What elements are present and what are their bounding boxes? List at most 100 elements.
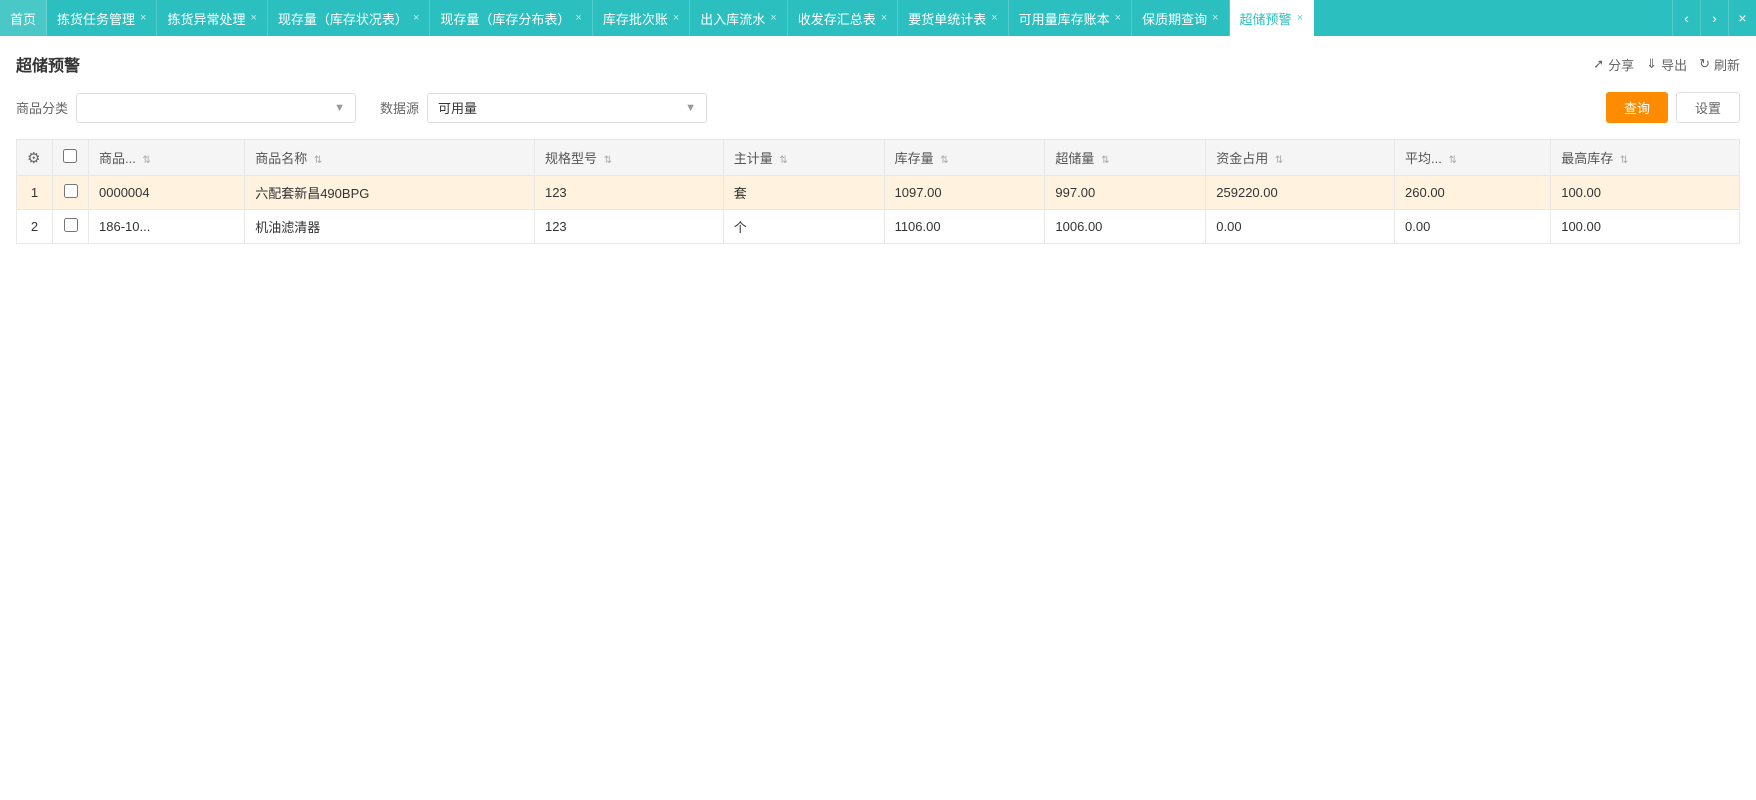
sort-icon: ⇅ — [142, 155, 150, 166]
cell-max-stock: 100.00 — [1551, 176, 1740, 210]
nav-item-stock-dist[interactable]: 现存量（库存分布表） × — [430, 0, 592, 36]
cell-max-stock: 100.00 — [1551, 210, 1740, 244]
category-label: 商品分类 — [16, 98, 68, 117]
datasource-value: 可用量 — [438, 98, 477, 117]
page-container: 超储预警 ➚ 分享 ⇓ 导出 ↻ 刷新 商品分类 ▼ 数据源 — [0, 36, 1756, 800]
checkbox-column-header[interactable] — [53, 140, 89, 176]
filter-datasource: 数据源 可用量 ▼ — [380, 93, 707, 123]
col-max-stock[interactable]: 最高库存 ⇅ — [1551, 140, 1740, 176]
table-header-row: ⚙ 商品... ⇅ 商品名称 ⇅ 规格型号 ⇅ 主计量 — [17, 140, 1740, 176]
chevron-down-icon: ▼ — [334, 102, 345, 114]
nav-item-inout-flow[interactable]: 出入库流水 × — [690, 0, 787, 36]
col-avg[interactable]: 平均... ⇅ — [1395, 140, 1551, 176]
sort-icon: ⇅ — [1101, 155, 1109, 166]
filter-category: 商品分类 ▼ — [16, 93, 356, 123]
col-product-code[interactable]: 商品... ⇅ — [89, 140, 245, 176]
close-icon[interactable]: × — [140, 12, 146, 24]
nav-item-receipt-summary[interactable]: 收发存汇总表 × — [788, 0, 898, 36]
cell-spec: 123 — [534, 176, 723, 210]
close-icon[interactable]: × — [413, 12, 419, 24]
refresh-icon: ↻ — [1699, 56, 1710, 72]
top-navigation: 首页 拣货任务管理 × 拣货异常处理 × 现存量（库存状况表） × 现存量（库存… — [0, 0, 1756, 36]
cell-product-code: 0000004 — [89, 176, 245, 210]
row-checkbox[interactable] — [64, 218, 78, 232]
cell-overstock: 1006.00 — [1045, 210, 1206, 244]
col-capital[interactable]: 资金占用 ⇅ — [1206, 140, 1395, 176]
col-unit[interactable]: 主计量 ⇅ — [723, 140, 884, 176]
close-icon[interactable]: × — [575, 12, 581, 24]
nav-item-order-stats[interactable]: 要货单统计表 × — [898, 0, 1008, 36]
close-icon[interactable]: × — [770, 12, 776, 24]
nav-item-home[interactable]: 首页 — [0, 0, 47, 36]
sort-icon: ⇅ — [1448, 155, 1456, 166]
cell-avg: 0.00 — [1395, 210, 1551, 244]
cell-product-name: 六配套新昌490BPG — [245, 176, 535, 210]
filter-actions: 查询 设置 — [1606, 92, 1740, 123]
row-checkbox-cell[interactable] — [53, 176, 89, 210]
close-icon[interactable]: × — [1297, 12, 1303, 24]
nav-item-task-mgmt[interactable]: 拣货任务管理 × — [47, 0, 157, 36]
page-title: 超储预警 — [16, 52, 80, 76]
row-checkbox[interactable] — [64, 184, 78, 198]
settings-button[interactable]: 设置 — [1676, 92, 1740, 123]
cell-spec: 123 — [534, 210, 723, 244]
cell-avg: 260.00 — [1395, 176, 1551, 210]
query-button[interactable]: 查询 — [1606, 92, 1668, 123]
cell-stock: 1097.00 — [884, 176, 1045, 210]
sort-icon: ⇅ — [1620, 155, 1628, 166]
category-select[interactable]: ▼ — [76, 93, 356, 123]
cell-unit: 套 — [723, 176, 884, 210]
close-icon[interactable]: × — [673, 12, 679, 24]
chevron-down-icon: ▼ — [685, 102, 696, 114]
table-row: 2 186-10... 机油滤清器 123 个 1106.00 1006.00 … — [17, 210, 1740, 244]
cell-overstock: 997.00 — [1045, 176, 1206, 210]
datasource-label: 数据源 — [380, 98, 419, 117]
nav-item-overstock[interactable]: 超储预警 × — [1230, 0, 1314, 36]
col-product-name[interactable]: 商品名称 ⇅ — [245, 140, 535, 176]
data-table: ⚙ 商品... ⇅ 商品名称 ⇅ 规格型号 ⇅ 主计量 — [16, 139, 1740, 244]
refresh-button[interactable]: ↻ 刷新 — [1699, 55, 1740, 74]
gear-icon[interactable]: ⚙ — [27, 150, 40, 167]
close-icon[interactable]: × — [1212, 12, 1218, 24]
sort-icon: ⇅ — [1275, 155, 1283, 166]
row-index: 1 — [17, 176, 53, 210]
nav-item-available-stock[interactable]: 可用量库存账本 × — [1009, 0, 1132, 36]
gear-column-header[interactable]: ⚙ — [17, 140, 53, 176]
nav-arrow-right[interactable]: › — [1700, 0, 1728, 36]
nav-arrow-close[interactable]: × — [1728, 0, 1756, 36]
sort-icon: ⇅ — [779, 155, 787, 166]
col-spec[interactable]: 规格型号 ⇅ — [534, 140, 723, 176]
sort-icon: ⇅ — [314, 155, 322, 166]
cell-capital: 259220.00 — [1206, 176, 1395, 210]
page-header: 超储预警 ➚ 分享 ⇓ 导出 ↻ 刷新 — [16, 52, 1740, 76]
nav-item-stock-status[interactable]: 现存量（库存状况表） × — [268, 0, 430, 36]
col-overstock[interactable]: 超储量 ⇅ — [1045, 140, 1206, 176]
row-index: 2 — [17, 210, 53, 244]
nav-arrows: ‹ › × — [1672, 0, 1756, 36]
cell-stock: 1106.00 — [884, 210, 1045, 244]
row-checkbox-cell[interactable] — [53, 210, 89, 244]
table-row: 1 0000004 六配套新昌490BPG 123 套 1097.00 997.… — [17, 176, 1740, 210]
export-button[interactable]: ⇓ 导出 — [1646, 55, 1687, 74]
close-icon[interactable]: × — [991, 12, 997, 24]
col-stock[interactable]: 库存量 ⇅ — [884, 140, 1045, 176]
datasource-select[interactable]: 可用量 ▼ — [427, 93, 707, 123]
cell-product-name: 机油滤清器 — [245, 210, 535, 244]
close-icon[interactable]: × — [250, 12, 256, 24]
close-icon[interactable]: × — [881, 12, 887, 24]
nav-arrow-left[interactable]: ‹ — [1672, 0, 1700, 36]
nav-item-shelf-life[interactable]: 保质期查询 × — [1132, 0, 1229, 36]
cell-unit: 个 — [723, 210, 884, 244]
header-actions: ➚ 分享 ⇓ 导出 ↻ 刷新 — [1593, 55, 1740, 74]
filter-row: 商品分类 ▼ 数据源 可用量 ▼ 查询 设置 — [16, 92, 1740, 123]
sort-icon: ⇅ — [940, 155, 948, 166]
share-icon: ➚ — [1593, 56, 1604, 72]
sort-icon: ⇅ — [604, 155, 612, 166]
select-all-checkbox[interactable] — [63, 149, 77, 163]
share-button[interactable]: ➚ 分享 — [1593, 55, 1634, 74]
nav-item-batch[interactable]: 库存批次账 × — [593, 0, 690, 36]
close-icon[interactable]: × — [1115, 12, 1121, 24]
nav-item-exception[interactable]: 拣货异常处理 × — [157, 0, 267, 36]
cell-product-code: 186-10... — [89, 210, 245, 244]
cell-capital: 0.00 — [1206, 210, 1395, 244]
